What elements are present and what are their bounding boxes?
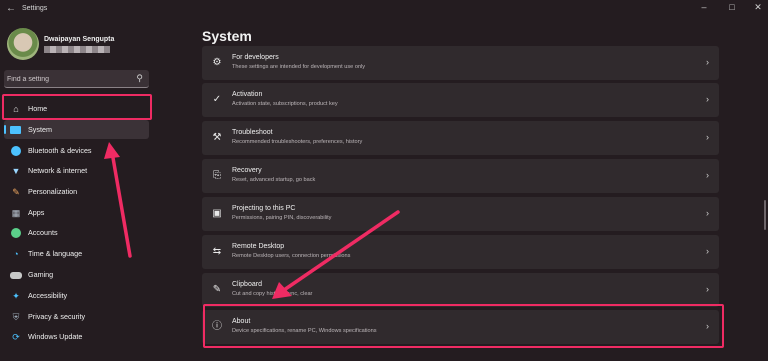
wrench-icon: ⚒	[212, 132, 222, 143]
sidebar-item-network[interactable]: ▼ Network & internet	[4, 161, 149, 180]
sidebar-item-personalization[interactable]: ✎ Personalization	[4, 182, 149, 201]
sidebar-item-privacy-security[interactable]: ⛨ Privacy & security	[4, 307, 149, 326]
sidebar-item-label: Privacy & security	[28, 312, 86, 321]
card-description: Reset, advanced startup, go back	[232, 177, 316, 183]
monitor-icon	[10, 124, 22, 136]
gamepad-icon	[10, 269, 22, 281]
apps-icon: ▦	[11, 208, 21, 218]
card-description: Recommended troubleshooters, preferences…	[232, 139, 363, 145]
projector-icon: ▣	[212, 208, 222, 219]
sidebar-item-label: Accessibility	[28, 291, 68, 300]
recovery-icon: ⎘	[213, 170, 221, 181]
card-description: These settings are intended for developm…	[232, 64, 366, 70]
search-box[interactable]: ⚲	[4, 70, 149, 88]
chevron-right-icon: ›	[706, 208, 709, 218]
close-icon[interactable]: ✕	[751, 2, 765, 13]
person-icon	[10, 227, 22, 239]
sidebar-item-label: Gaming	[28, 270, 54, 279]
card-title: Activation	[232, 91, 263, 98]
chevron-right-icon: ›	[706, 170, 709, 180]
chevron-right-icon: ›	[706, 246, 709, 256]
chevron-right-icon: ›	[706, 57, 709, 67]
developer-tools-icon: ⚙	[212, 57, 222, 68]
sidebar-item-windows-update[interactable]: ⟳ Windows Update	[4, 327, 149, 346]
chevron-right-icon: ›	[706, 132, 709, 142]
card-title: Recovery	[232, 167, 262, 174]
card-projecting[interactable]: ▣ Projecting to this PC Permissions, pai…	[202, 197, 719, 231]
card-troubleshoot[interactable]: ⚒ Troubleshoot Recommended troubleshoote…	[202, 121, 719, 155]
card-title: For developers	[232, 54, 279, 61]
sidebar-item-accessibility[interactable]: ✦ Accessibility	[4, 286, 149, 305]
bluetooth-icon	[10, 145, 22, 157]
card-title: Troubleshoot	[232, 129, 273, 136]
chevron-right-icon: ›	[706, 284, 709, 294]
maximize-icon[interactable]: □	[725, 2, 739, 12]
minimize-icon[interactable]: –	[697, 2, 711, 12]
card-description: Remote Desktop users, connection permiss…	[232, 253, 351, 259]
globe-clock-icon: ◔	[13, 249, 19, 259]
scrollbar[interactable]	[764, 200, 766, 230]
sync-icon: ⟳	[12, 332, 20, 342]
chevron-right-icon: ›	[706, 94, 709, 104]
app-title: Settings	[22, 5, 48, 12]
sidebar-item-apps[interactable]: ▦ Apps	[4, 203, 149, 222]
card-recovery[interactable]: ⎘ Recovery Reset, advanced startup, go b…	[202, 159, 719, 193]
sidebar-item-label: Time & language	[28, 249, 83, 258]
card-description: Cut and copy history, sync, clear	[232, 291, 313, 297]
sidebar-item-bluetooth[interactable]: Bluetooth & devices	[4, 141, 149, 160]
sidebar-item-accounts[interactable]: Accounts	[4, 223, 149, 242]
card-title: Clipboard	[232, 281, 262, 288]
page-title: System	[202, 28, 252, 44]
sidebar-item-label: System	[28, 125, 52, 134]
card-description: Permissions, pairing PIN, discoverabilit…	[232, 215, 332, 221]
search-input[interactable]	[7, 73, 127, 85]
card-title: Remote Desktop	[232, 243, 285, 250]
sidebar-item-label: Bluetooth & devices	[28, 146, 92, 155]
sidebar-item-label: Network & internet	[28, 166, 88, 175]
sidebar-item-time-language[interactable]: ◔ Time & language	[4, 244, 149, 263]
brush-icon: ✎	[12, 187, 20, 197]
card-title: Projecting to this PC	[232, 205, 296, 212]
sidebar-item-system[interactable]: System	[4, 120, 149, 139]
shield-icon: ⛨	[12, 312, 20, 322]
arrow-left-icon[interactable]: ←	[6, 3, 16, 14]
search-icon[interactable]: ⚲	[136, 73, 143, 84]
user-email-redacted	[44, 46, 110, 53]
avatar[interactable]	[7, 28, 39, 60]
sidebar-item-label: Windows Update	[28, 332, 83, 341]
card-description: Activation state, subscriptions, product…	[232, 101, 338, 107]
title-bar: ← Settings – □ ✕	[0, 0, 768, 20]
clipboard-icon: ✎	[212, 284, 222, 295]
highlight-box-system	[2, 94, 152, 120]
sidebar-item-label: Personalization	[28, 187, 78, 196]
card-for-developers[interactable]: ⚙ For developers These settings are inte…	[202, 46, 719, 80]
selection-indicator	[4, 125, 6, 134]
wifi-icon: ▼	[11, 166, 21, 176]
accessibility-icon: ✦	[12, 291, 20, 301]
sidebar-item-gaming[interactable]: Gaming	[4, 265, 149, 284]
card-activation[interactable]: ✓ Activation Activation state, subscript…	[202, 83, 719, 117]
user-name: Dwaipayan Sengupta	[44, 36, 115, 43]
remote-desktop-icon: ⇆	[212, 246, 222, 257]
card-clipboard[interactable]: ✎ Clipboard Cut and copy history, sync, …	[202, 273, 719, 307]
sidebar: Dwaipayan Sengupta ⚲ ⌂ Home System Bluet…	[0, 20, 160, 361]
sidebar-item-label: Apps	[28, 208, 45, 217]
check-circle-icon: ✓	[212, 94, 222, 105]
highlight-box-about	[203, 304, 724, 348]
card-remote-desktop[interactable]: ⇆ Remote Desktop Remote Desktop users, c…	[202, 235, 719, 269]
sidebar-item-label: Accounts	[28, 228, 58, 237]
